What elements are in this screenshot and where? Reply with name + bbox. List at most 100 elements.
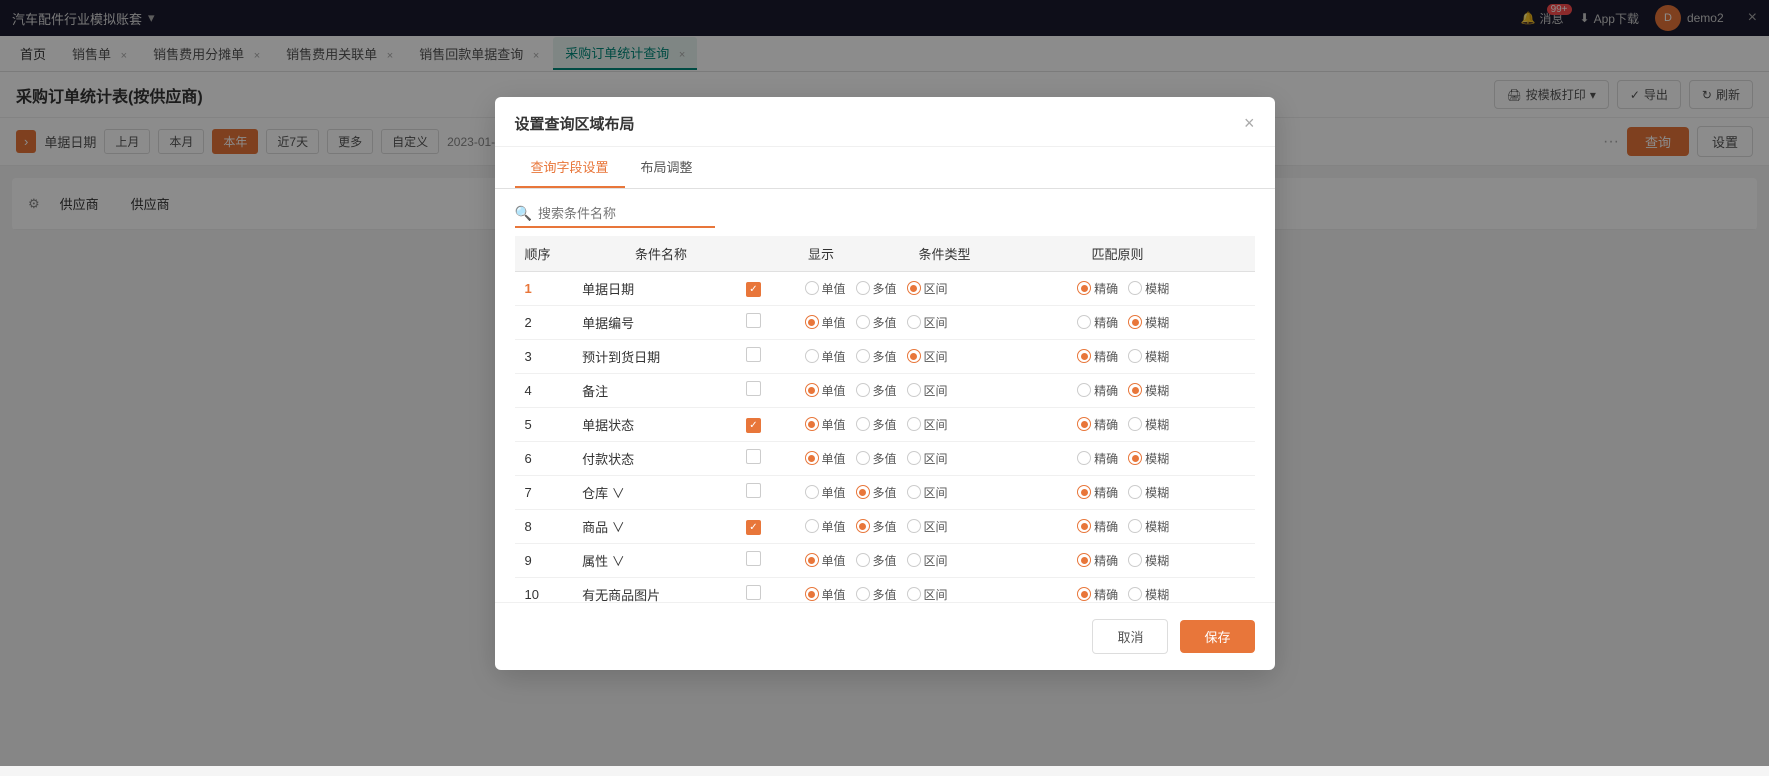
type-radio-多值[interactable]: 多值 — [856, 518, 897, 535]
cell-match: 精确模糊 — [1067, 339, 1254, 373]
display-checkbox[interactable] — [746, 551, 761, 566]
match-radio-模糊[interactable]: 模糊 — [1128, 586, 1169, 602]
display-checkbox[interactable] — [746, 282, 761, 297]
type-radio-区间[interactable]: 区间 — [907, 552, 948, 569]
type-radio-多值[interactable]: 多值 — [856, 416, 897, 433]
modal-table-body: 1单据日期单值多值区间精确模糊2单据编号单值多值区间精确模糊3预计到货日期单值多… — [515, 272, 1255, 602]
radio-label: 精确 — [1094, 416, 1118, 433]
cell-display[interactable] — [736, 407, 795, 441]
type-radio-多值[interactable]: 多值 — [856, 484, 897, 501]
match-radio-精确[interactable]: 精确 — [1077, 552, 1118, 569]
radio-label: 多值 — [873, 518, 897, 535]
save-button[interactable]: 保存 — [1180, 620, 1254, 653]
type-radio-多值[interactable]: 多值 — [856, 382, 897, 399]
cell-display[interactable] — [736, 373, 795, 407]
cell-display[interactable] — [736, 339, 795, 373]
cell-display[interactable] — [736, 305, 795, 339]
match-radio-精确[interactable]: 精确 — [1077, 382, 1118, 399]
match-radio-模糊[interactable]: 模糊 — [1128, 348, 1169, 365]
type-radio-多值[interactable]: 多值 — [856, 280, 897, 297]
modal-tab-layout[interactable]: 布局调整 — [625, 147, 709, 188]
match-radio-精确[interactable]: 精确 — [1077, 518, 1118, 535]
display-checkbox[interactable] — [746, 585, 761, 600]
display-checkbox[interactable] — [746, 381, 761, 396]
match-radio-精确[interactable]: 精确 — [1077, 586, 1118, 602]
match-radio-模糊[interactable]: 模糊 — [1128, 280, 1169, 297]
type-radio-区间[interactable]: 区间 — [907, 280, 948, 297]
radio-dot — [1077, 315, 1091, 329]
match-radio-精确[interactable]: 精确 — [1077, 416, 1118, 433]
cell-display[interactable] — [736, 272, 795, 306]
display-checkbox[interactable] — [746, 520, 761, 535]
match-radio-精确[interactable]: 精确 — [1077, 348, 1118, 365]
display-checkbox[interactable] — [746, 449, 761, 464]
type-radio-group: 单值多值区间 — [805, 450, 1058, 467]
type-radio-单值[interactable]: 单值 — [805, 484, 846, 501]
type-radio-区间[interactable]: 区间 — [907, 314, 948, 331]
match-radio-group: 精确模糊 — [1077, 484, 1244, 501]
cell-match: 精确模糊 — [1067, 305, 1254, 339]
type-radio-区间[interactable]: 区间 — [907, 416, 948, 433]
modal-tab-query-fields[interactable]: 查询字段设置 — [515, 147, 625, 188]
col-type-header: 条件类型 — [909, 236, 1082, 272]
match-radio-精确[interactable]: 精确 — [1077, 484, 1118, 501]
match-radio-模糊[interactable]: 模糊 — [1128, 450, 1169, 467]
radio-dot — [1128, 315, 1142, 329]
radio-label: 精确 — [1094, 552, 1118, 569]
search-input[interactable] — [538, 206, 708, 221]
match-radio-精确[interactable]: 精确 — [1077, 450, 1118, 467]
match-radio-模糊[interactable]: 模糊 — [1128, 552, 1169, 569]
match-radio-模糊[interactable]: 模糊 — [1128, 484, 1169, 501]
type-radio-单值[interactable]: 单值 — [805, 416, 846, 433]
type-radio-区间[interactable]: 区间 — [907, 484, 948, 501]
radio-label: 单值 — [822, 416, 846, 433]
type-radio-多值[interactable]: 多值 — [856, 552, 897, 569]
display-checkbox[interactable] — [746, 347, 761, 362]
display-checkbox[interactable] — [746, 418, 761, 433]
type-radio-区间[interactable]: 区间 — [907, 450, 948, 467]
type-radio-多值[interactable]: 多值 — [856, 348, 897, 365]
type-radio-单值[interactable]: 单值 — [805, 382, 846, 399]
type-radio-区间[interactable]: 区间 — [907, 382, 948, 399]
type-radio-单值[interactable]: 单值 — [805, 552, 846, 569]
radio-dot — [907, 485, 921, 499]
cell-display[interactable] — [736, 543, 795, 577]
type-radio-多值[interactable]: 多值 — [856, 450, 897, 467]
type-radio-区间[interactable]: 区间 — [907, 586, 948, 602]
type-radio-多值[interactable]: 多值 — [856, 586, 897, 602]
radio-dot — [1077, 349, 1091, 363]
match-radio-模糊[interactable]: 模糊 — [1128, 382, 1169, 399]
type-radio-单值[interactable]: 单值 — [805, 450, 846, 467]
table-row: 4备注单值多值区间精确模糊 — [515, 373, 1255, 407]
type-radio-单值[interactable]: 单值 — [805, 280, 846, 297]
cell-display[interactable] — [736, 441, 795, 475]
match-radio-模糊[interactable]: 模糊 — [1128, 314, 1169, 331]
cancel-button[interactable]: 取消 — [1092, 619, 1168, 654]
match-radio-精确[interactable]: 精确 — [1077, 314, 1118, 331]
radio-label: 精确 — [1094, 450, 1118, 467]
radio-label: 精确 — [1094, 348, 1118, 365]
table-row: 10有无商品图片单值多值区间精确模糊 — [515, 577, 1255, 602]
type-radio-单值[interactable]: 单值 — [805, 314, 846, 331]
type-radio-多值[interactable]: 多值 — [856, 314, 897, 331]
radio-dot — [856, 553, 870, 567]
type-radio-单值[interactable]: 单值 — [805, 518, 846, 535]
match-radio-模糊[interactable]: 模糊 — [1128, 416, 1169, 433]
cell-display[interactable] — [736, 475, 795, 509]
type-radio-区间[interactable]: 区间 — [907, 518, 948, 535]
display-checkbox[interactable] — [746, 313, 761, 328]
radio-label: 模糊 — [1145, 382, 1169, 399]
modal-close-button[interactable]: × — [1244, 114, 1255, 132]
radio-label: 精确 — [1094, 280, 1118, 297]
type-radio-group: 单值多值区间 — [805, 416, 1058, 433]
type-radio-group: 单值多值区间 — [805, 552, 1058, 569]
display-checkbox[interactable] — [746, 483, 761, 498]
match-radio-精确[interactable]: 精确 — [1077, 280, 1118, 297]
type-radio-区间[interactable]: 区间 — [907, 348, 948, 365]
cell-display[interactable] — [736, 577, 795, 602]
match-radio-模糊[interactable]: 模糊 — [1128, 518, 1169, 535]
cell-display[interactable] — [736, 509, 795, 543]
type-radio-单值[interactable]: 单值 — [805, 586, 846, 602]
radio-dot — [907, 553, 921, 567]
type-radio-单值[interactable]: 单值 — [805, 348, 846, 365]
